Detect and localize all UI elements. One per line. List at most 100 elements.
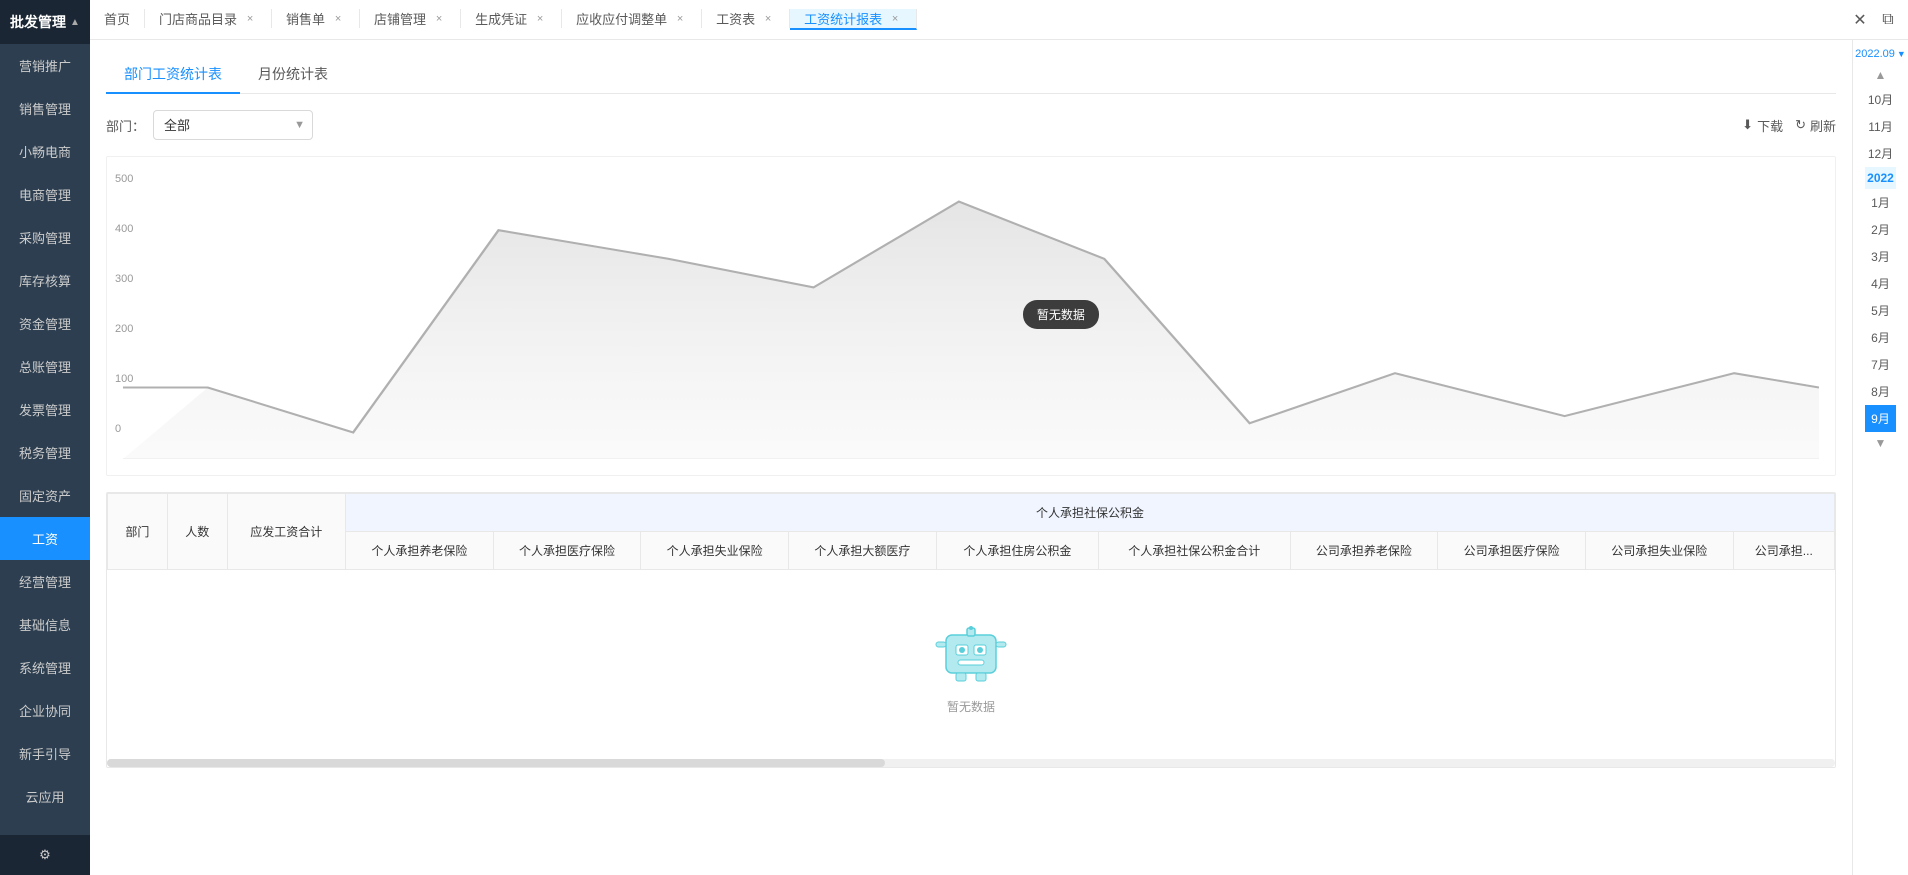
y-label-300: 300 <box>115 273 133 285</box>
tab-应收应付调整单[interactable]: 应收应付调整单 × <box>562 9 702 28</box>
toolbar-right: ⬇ 下载 ↻ 刷新 <box>1742 116 1836 135</box>
cal-month-4月[interactable]: 4月 <box>1865 270 1896 297</box>
tab-label: 应收应付调整单 <box>576 9 667 28</box>
cal-month-6月[interactable]: 6月 <box>1865 324 1896 351</box>
tab-销售单[interactable]: 销售单 × <box>272 9 360 28</box>
table-head: 部门 人数 应发工资合计 个人承担社保公积金 个人承担养老保险个人承担医疗保险 个… <box>108 494 1835 570</box>
close-window-button[interactable]: ✕ <box>1848 8 1872 32</box>
tab-店铺管理[interactable]: 店铺管理× <box>360 9 461 28</box>
calendar-next-button[interactable]: ▼ <box>1869 432 1893 454</box>
cal-month-10月[interactable]: 10月 <box>1865 86 1896 113</box>
sidebar-item-工资[interactable]: 工资 <box>0 517 90 560</box>
main-area: 首页门店商品目录×销售单×店铺管理×生成凭证×应收应付调整单×工资表×工资统计报… <box>90 0 1908 875</box>
dept-select[interactable]: 全部销售部财务部人事部技术部 <box>153 110 313 140</box>
sidebar-item-电商管理[interactable]: 电商管理 <box>0 173 90 216</box>
tab-label: 销售单 <box>286 9 325 28</box>
cal-month-11月[interactable]: 11月 <box>1865 113 1896 140</box>
cal-month-7月[interactable]: 7月 <box>1865 351 1896 378</box>
col-total-wage: 应发工资合计 <box>227 494 345 570</box>
sidebar-item-发票管理[interactable]: 发票管理 <box>0 388 90 431</box>
col-个人承担住房公积金: 个人承担住房公积金 <box>936 532 1098 570</box>
horizontal-scrollbar[interactable] <box>107 759 1835 767</box>
tab-close-icon[interactable]: × <box>888 12 902 26</box>
restore-window-button[interactable]: ⧉ <box>1876 8 1900 32</box>
col-个人承担医疗保险: 个人承担医疗保险 <box>493 532 641 570</box>
col-公司承担...: 公司承担... <box>1733 532 1834 570</box>
sidebar-item-税务管理[interactable]: 税务管理 <box>0 431 90 474</box>
sidebar-item-基础信息[interactable]: 基础信息 <box>0 603 90 646</box>
cal-month-5月[interactable]: 5月 <box>1865 297 1896 324</box>
tab-label: 生成凭证 <box>475 9 527 28</box>
calendar-panel: 2022.09 ▼ ▲ 10月11月12月20221月2月3月4月5月6月7月8… <box>1852 40 1908 875</box>
toolbar-left: 部门： 全部销售部财务部人事部技术部 ▼ <box>106 110 313 140</box>
cal-month-1月[interactable]: 1月 <box>1865 189 1896 216</box>
empty-state: 暂无数据 <box>108 570 1835 755</box>
tab-工资表[interactable]: 工资表× <box>702 9 790 28</box>
tab-label: 门店商品目录 <box>159 9 237 28</box>
tab-工资统计报表[interactable]: 工资统计报表 × <box>790 9 917 30</box>
sidebar-item-系统管理[interactable]: 系统管理 <box>0 646 90 689</box>
tab-首页[interactable]: 首页 <box>90 9 145 28</box>
sidebar-item-云应用[interactable]: 云应用 <box>0 775 90 818</box>
download-label: 下载 <box>1757 116 1783 135</box>
sidebar-item-销售管理[interactable]: 销售管理 <box>0 87 90 130</box>
tab-label: 工资统计报表 <box>804 9 882 28</box>
tab-生成凭证[interactable]: 生成凭证 × <box>461 9 562 28</box>
data-table: 部门 人数 应发工资合计 个人承担社保公积金 个人承担养老保险个人承担医疗保险 个… <box>107 493 1835 755</box>
calendar-dropdown-icon: ▼ <box>1897 49 1906 59</box>
empty-label: 暂无数据 <box>947 698 995 715</box>
settings-icon: ⚙ <box>39 847 51 862</box>
col-count: 人数 <box>167 494 227 570</box>
dept-label: 部门： <box>106 116 145 135</box>
tab-close-icon[interactable]: × <box>761 12 775 26</box>
sidebar-item-固定资产[interactable]: 固定资产 <box>0 474 90 517</box>
download-icon: ⬇ <box>1742 117 1753 133</box>
sidebar-footer-settings[interactable]: ⚙ <box>0 835 90 875</box>
refresh-label: 刷新 <box>1810 116 1836 135</box>
chart-y-labels: 5004003002001000 <box>115 173 133 435</box>
table-header-row-1: 部门 人数 应发工资合计 个人承担社保公积金 <box>108 494 1835 532</box>
tab-close-icon[interactable]: × <box>533 12 547 26</box>
sub-tab-部门工资统计表[interactable]: 部门工资统计表 <box>106 56 240 94</box>
col-个人承担大额医疗: 个人承担大额医疗 <box>789 532 937 570</box>
cal-month-12月[interactable]: 12月 <box>1865 140 1896 167</box>
refresh-button[interactable]: ↻ 刷新 <box>1795 116 1836 135</box>
sidebar-toggle-icon[interactable]: ▲ <box>70 17 80 28</box>
tab-close-icon[interactable]: × <box>432 12 446 26</box>
cal-month-3月[interactable]: 3月 <box>1865 243 1896 270</box>
tab-close-icon[interactable]: × <box>331 12 345 26</box>
download-button[interactable]: ⬇ 下载 <box>1742 116 1783 135</box>
cal-month-8月[interactable]: 8月 <box>1865 378 1896 405</box>
scrollbar-thumb[interactable] <box>107 759 885 767</box>
empty-robot-icon <box>931 610 1011 690</box>
sidebar-item-新手引导[interactable]: 新手引导 <box>0 732 90 775</box>
sidebar-item-营销推广[interactable]: 营销推广 <box>0 44 90 87</box>
col-dept: 部门 <box>108 494 168 570</box>
calendar-months: 10月11月12月20221月2月3月4月5月6月7月8月9月 <box>1865 86 1896 432</box>
sub-tab-月份统计表[interactable]: 月份统计表 <box>240 56 346 94</box>
chart-area <box>123 202 1819 459</box>
sidebar-item-企业协同[interactable]: 企业协同 <box>0 689 90 732</box>
sidebar-item-经营管理[interactable]: 经营管理 <box>0 560 90 603</box>
chart-no-data-tooltip: 暂无数据 <box>1023 300 1099 329</box>
tab-门店商品目录[interactable]: 门店商品目录 × <box>145 9 272 28</box>
chart-svg <box>123 173 1819 459</box>
sidebar-item-库存核算[interactable]: 库存核算 <box>0 259 90 302</box>
tab-close-icon[interactable]: × <box>243 12 257 26</box>
tab-bar-actions: ✕ ⧉ <box>1840 8 1908 32</box>
calendar-prev-button[interactable]: ▲ <box>1869 64 1893 86</box>
cal-month-2月[interactable]: 2月 <box>1865 216 1896 243</box>
col-个人承担养老保险: 个人承担养老保险 <box>346 532 494 570</box>
dept-select-wrapper: 全部销售部财务部人事部技术部 ▼ <box>153 110 313 140</box>
sidebar-item-小畅电商[interactable]: 小畅电商 <box>0 130 90 173</box>
col-公司承担养老保险: 公司承担养老保险 <box>1290 532 1438 570</box>
cal-month-9月[interactable]: 9月 <box>1865 405 1896 432</box>
calendar-year-label[interactable]: 2022.09 ▼ <box>1853 44 1908 64</box>
tab-close-icon[interactable]: × <box>673 12 687 26</box>
sidebar-item-采购管理[interactable]: 采购管理 <box>0 216 90 259</box>
sidebar: 批发管理 ▲ 营销推广销售管理小畅电商电商管理采购管理库存核算资金管理总账管理发… <box>0 0 90 875</box>
sidebar-item-资金管理[interactable]: 资金管理 <box>0 302 90 345</box>
sidebar-items: 营销推广销售管理小畅电商电商管理采购管理库存核算资金管理总账管理发票管理税务管理… <box>0 44 90 818</box>
sidebar-item-总账管理[interactable]: 总账管理 <box>0 345 90 388</box>
calendar-display-label: 2022.09 <box>1855 48 1895 60</box>
